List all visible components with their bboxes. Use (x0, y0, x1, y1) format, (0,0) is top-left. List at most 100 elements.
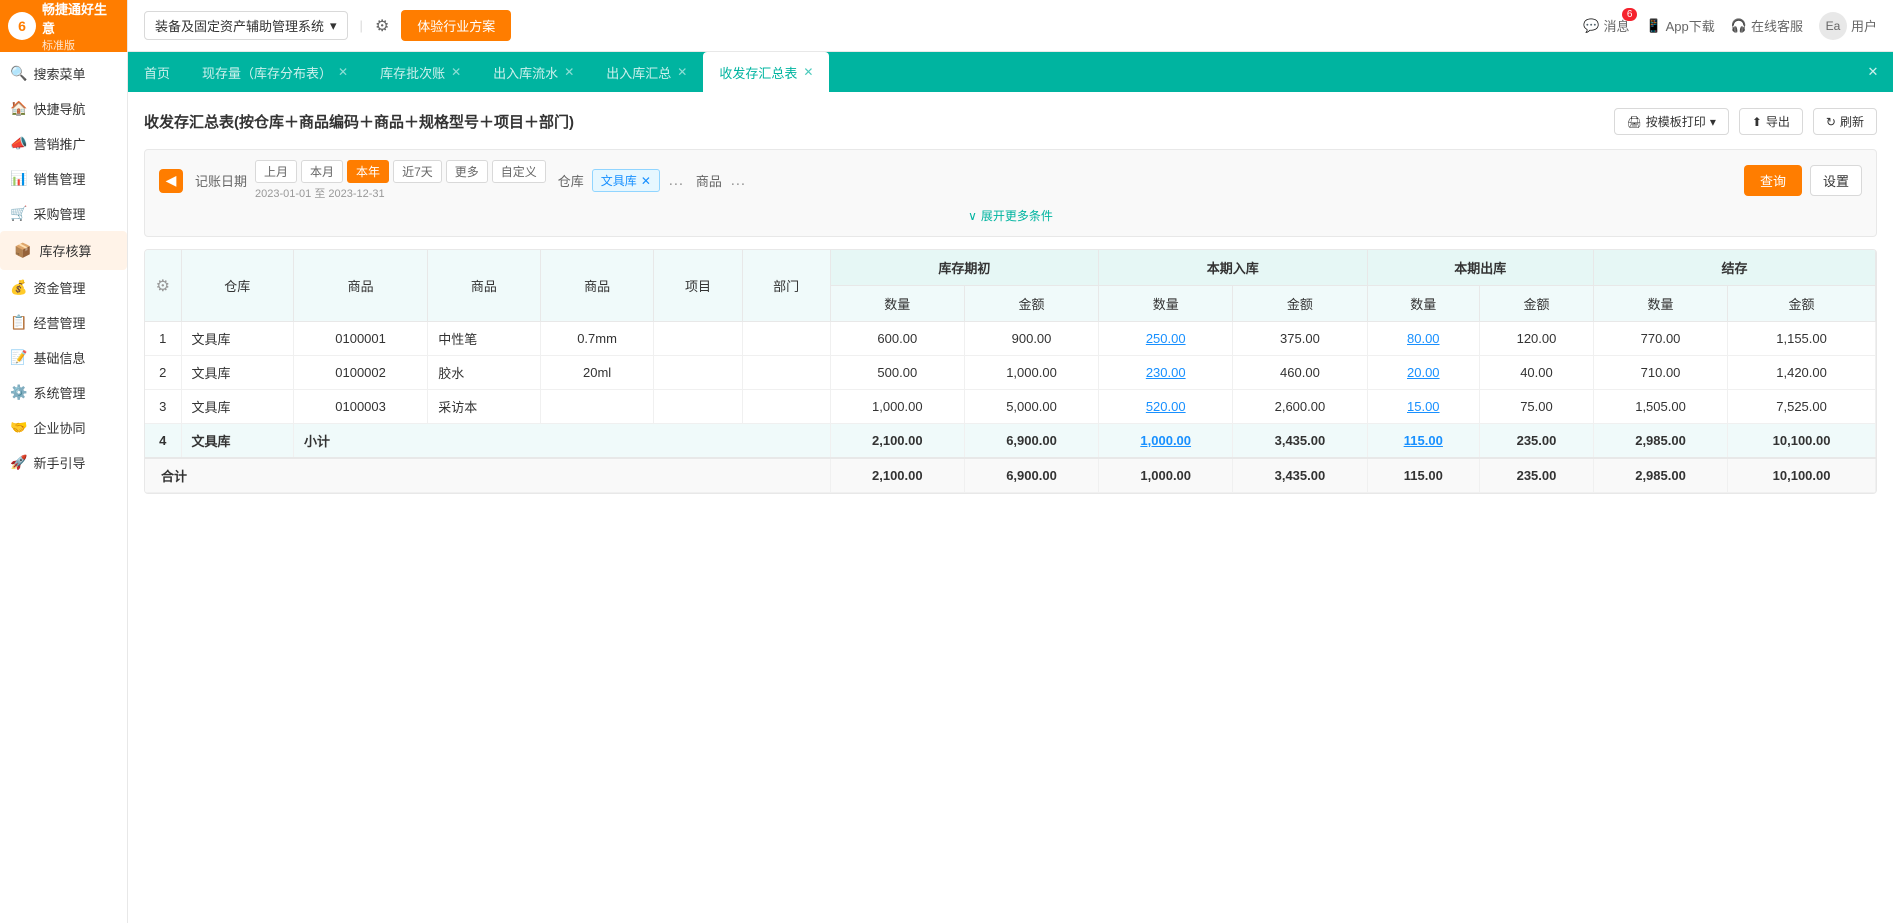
row-opening-qty: 600.00 (830, 322, 964, 356)
row-goods-name: 采访本 (428, 390, 540, 424)
date-btn-this-month[interactable]: 本月 (301, 160, 343, 183)
row-out-qty[interactable]: 15.00 (1367, 390, 1480, 424)
sidebar-item-finance[interactable]: 💰 资金管理 (0, 270, 127, 305)
subtotal-balance-qty: 2,985.00 (1593, 424, 1727, 459)
tab-home[interactable]: 首页 (128, 52, 186, 92)
date-btn-custom[interactable]: 自定义 (492, 160, 546, 183)
row-balance-amt: 1,420.00 (1728, 356, 1876, 390)
app-download-button[interactable]: 📱 App下载 (1645, 16, 1714, 35)
subtotal-out-qty[interactable]: 115.00 (1367, 424, 1480, 459)
sidebar-item-newbie[interactable]: 🚀 新手引导 (0, 445, 127, 480)
sidebar-item-inventory[interactable]: 📦 库存核算 (0, 231, 127, 270)
total-in-amt: 3,435.00 (1233, 458, 1367, 493)
sidebar-nav: 🔍 搜索菜单 🏠 快捷导航 📣 营销推广 📊 销售管理 🛒 采购管理 📦 库存核… (0, 52, 127, 923)
date-btn-more[interactable]: 更多 (446, 160, 488, 183)
row-goods-spec: 0.7mm (540, 322, 654, 356)
tab-close-all[interactable]: ✕ (1853, 52, 1893, 92)
online-service-button[interactable]: 🎧 在线客服 (1731, 16, 1803, 35)
subtotal-out-amt: 235.00 (1480, 424, 1594, 459)
sidebar-item-operations[interactable]: 📋 经营管理 (0, 305, 127, 340)
data-table-wrapper: ⚙ 仓库 商品 商品 商品 项目 部门 库存期初 本期入库 本期出库 结存 (144, 249, 1877, 494)
subtotal-row: 4 文具库 小计 2,100.00 6,900.00 1,000.00 3,43… (145, 424, 1876, 459)
sidebar-item-search[interactable]: 🔍 搜索菜单 (0, 56, 127, 91)
date-btn-last-7-days[interactable]: 近7天 (393, 160, 442, 183)
tab-stock-dist[interactable]: 现存量（库存分布表） ✕ (186, 52, 364, 92)
date-btn-this-year[interactable]: 本年 (347, 160, 389, 183)
col-header-out-qty: 数量 (1367, 286, 1480, 322)
tab-recv-send-summary[interactable]: 收发存汇总表 ✕ (703, 52, 829, 92)
sidebar-item-marketing[interactable]: 📣 营销推广 (0, 126, 127, 161)
row-out-qty[interactable]: 20.00 (1367, 356, 1480, 390)
row-goods-code: 0100002 (293, 356, 427, 390)
sidebar-item-quick-nav[interactable]: 🏠 快捷导航 (0, 91, 127, 126)
col-header-out-amt: 金额 (1480, 286, 1594, 322)
row-balance-qty: 770.00 (1593, 322, 1727, 356)
row-out-amt: 120.00 (1480, 322, 1594, 356)
row-balance-qty: 710.00 (1593, 356, 1727, 390)
row-no: 3 (145, 390, 181, 424)
table-settings-gear[interactable]: ⚙ (156, 278, 170, 295)
row-in-amt: 2,600.00 (1233, 390, 1367, 424)
system-selector[interactable]: 装备及固定资产辅助管理系统 ▾ (144, 11, 348, 40)
gear-icon[interactable]: ⚙ (375, 16, 389, 36)
tab-in-out-summary[interactable]: 出入库汇总 ✕ (590, 52, 703, 92)
row-goods-name: 中性笔 (428, 322, 540, 356)
logo-text: 畅捷通好生意 标准版 (42, 0, 119, 53)
row-out-qty[interactable]: 80.00 (1367, 322, 1480, 356)
sidebar-item-enterprise[interactable]: 🤝 企业协同 (0, 410, 127, 445)
tab-close-stock-dist[interactable]: ✕ (338, 65, 348, 79)
filter-toggle[interactable]: ◀ (159, 169, 183, 193)
row-in-qty[interactable]: 250.00 (1099, 322, 1233, 356)
query-button[interactable]: 查询 (1744, 165, 1802, 196)
row-in-qty[interactable]: 520.00 (1099, 390, 1233, 424)
col-header-project: 项目 (654, 250, 742, 322)
warehouse-filter-tag[interactable]: 文具库 ✕ (592, 169, 660, 192)
row-warehouse: 文具库 (181, 356, 293, 390)
subtotal-in-qty[interactable]: 1,000.00 (1099, 424, 1233, 459)
subtotal-opening-amt: 6,900.00 (964, 424, 1098, 459)
tab-close-in-out-flow[interactable]: ✕ (564, 65, 574, 79)
col-header-opening-amt: 金额 (964, 286, 1098, 322)
subtotal-warehouse: 文具库 (181, 424, 293, 459)
warehouse-tag-close[interactable]: ✕ (641, 174, 651, 188)
sidebar-item-purchase[interactable]: 🛒 采购管理 (0, 196, 127, 231)
operations-icon: 📋 (10, 314, 27, 331)
sidebar-item-system[interactable]: ⚙️ 系统管理 (0, 375, 127, 410)
sidebar-item-basic-info[interactable]: 📝 基础信息 (0, 340, 127, 375)
refresh-button[interactable]: ↻ 刷新 (1813, 108, 1877, 135)
row-opening-amt: 1,000.00 (964, 356, 1098, 390)
goods-filter-more[interactable]: … (730, 172, 746, 190)
export-button[interactable]: ⬆ 导出 (1739, 108, 1803, 135)
sidebar-item-sales[interactable]: 📊 销售管理 (0, 161, 127, 196)
tab-close-recv-send-summary[interactable]: ✕ (803, 65, 813, 79)
notifications-button[interactable]: 💬 消息 6 (1583, 16, 1629, 35)
marketing-icon: 📣 (10, 135, 27, 152)
newbie-icon: 🚀 (10, 454, 27, 471)
user-menu[interactable]: Ea 用户 (1819, 12, 1877, 40)
tab-in-out-flow[interactable]: 出入库流水 ✕ (477, 52, 590, 92)
system-icon: ⚙️ (10, 384, 27, 401)
tab-close-in-out-summary[interactable]: ✕ (677, 65, 687, 79)
refresh-icon: ↻ (1826, 115, 1836, 129)
warehouse-filter-more[interactable]: … (668, 172, 684, 190)
tab-close-batch-ledger[interactable]: ✕ (451, 65, 461, 79)
col-group-in: 本期入库 (1099, 250, 1367, 286)
date-btn-last-month[interactable]: 上月 (255, 160, 297, 183)
total-row: 合计 2,100.00 6,900.00 1,000.00 3,435.00 1… (145, 458, 1876, 493)
col-header-dept: 部门 (742, 250, 830, 322)
experience-button[interactable]: 体验行业方案 (401, 10, 511, 41)
print-button[interactable]: 🖨 按模板打印 ▾ (1614, 108, 1729, 135)
table-row: 2 文具库 0100002 胶水 20ml 500.00 1,000.00 23… (145, 356, 1876, 390)
filter-expand-button[interactable]: ∨ 展开更多条件 (968, 207, 1053, 224)
row-project (654, 390, 742, 424)
chevron-down-icon: ▾ (1710, 115, 1716, 129)
row-project (654, 356, 742, 390)
tab-batch-ledger[interactable]: 库存批次账 ✕ (364, 52, 477, 92)
row-in-qty[interactable]: 230.00 (1099, 356, 1233, 390)
notification-badge: 6 (1622, 8, 1638, 21)
total-opening-amt: 6,900.00 (964, 458, 1098, 493)
filter-settings-button[interactable]: 设置 (1810, 165, 1862, 196)
total-opening-qty: 2,100.00 (830, 458, 964, 493)
filter-action-buttons: 查询 设置 (1744, 165, 1862, 196)
row-warehouse: 文具库 (181, 322, 293, 356)
